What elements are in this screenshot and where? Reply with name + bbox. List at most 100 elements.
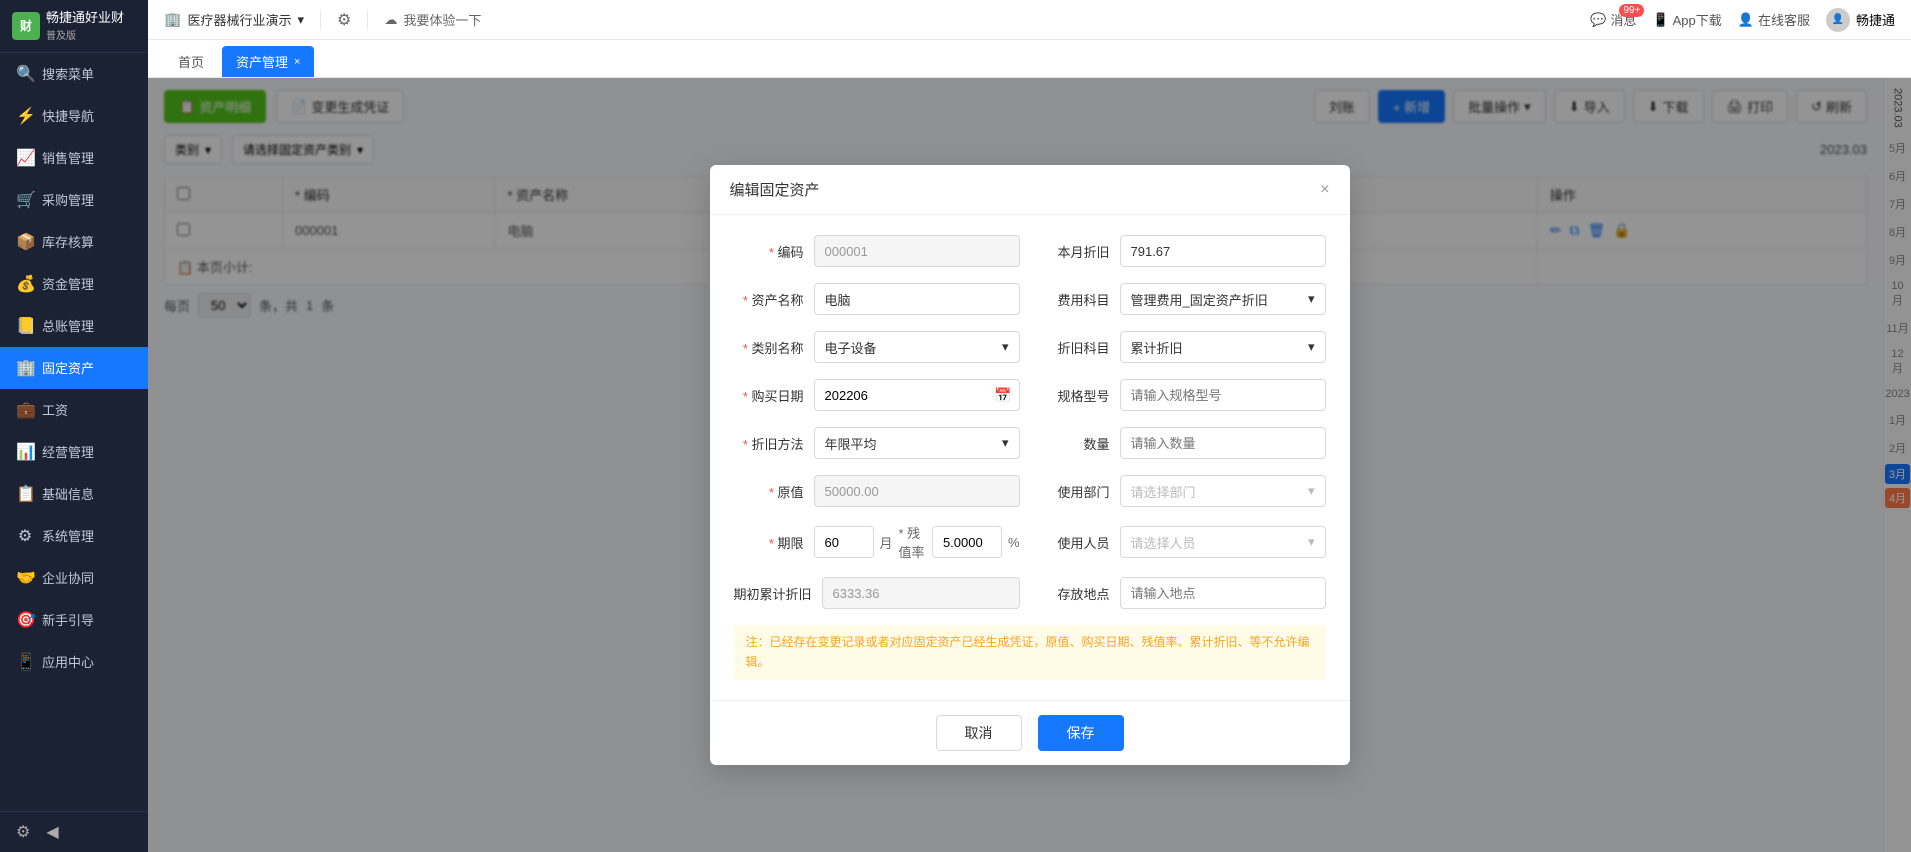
field-department: 使用部门 请选择部门 ▾ — [1040, 475, 1326, 507]
modal-row-7: 期限 月 * 残值率 % 使用人员 — [734, 523, 1326, 561]
tab-home-label: 首页 — [178, 52, 204, 71]
notification-btn[interactable]: 💬 消息 99+ — [1590, 10, 1636, 29]
sidebar-item-operation[interactable]: 📊经营管理 — [0, 431, 148, 473]
spec-input[interactable] — [1120, 379, 1326, 411]
monthly-dep-input[interactable] — [1120, 235, 1326, 267]
main-area: 🏢 医疗器械行业演示 ▾ ⚙ ☁ 我要体验一下 💬 消息 99+ 📱 App下载… — [148, 0, 1911, 852]
experience-text: 我要体验一下 — [403, 10, 481, 29]
dep-account-select[interactable]: 累计折旧 ▾ — [1120, 331, 1326, 363]
sidebar-item-cooperation[interactable]: 🤝企业协同 — [0, 557, 148, 599]
notification-icon: 💬 — [1590, 12, 1606, 28]
tabbar: 首页 资产管理 × — [148, 40, 1911, 78]
period-input[interactable] — [814, 526, 874, 558]
tab-close-icon[interactable]: × — [294, 56, 300, 68]
tab-asset-mgmt[interactable]: 资产管理 × — [222, 46, 314, 77]
company-selector[interactable]: 🏢 医疗器械行业演示 ▾ — [164, 10, 304, 29]
app-download-btn[interactable]: 📱 App下载 — [1652, 10, 1721, 29]
sidebar-item-system[interactable]: ⚙系统管理 — [0, 515, 148, 557]
search-icon: 🔍 — [16, 64, 34, 84]
dep-method-value: 年限平均 — [825, 434, 877, 453]
sidebar-item-appcenter[interactable]: 📱应用中心 — [0, 641, 148, 683]
modal-close-btn[interactable]: × — [1320, 181, 1329, 199]
cooperation-icon: 🤝 — [16, 568, 34, 588]
online-service-btn[interactable]: 👤 在线客服 — [1738, 10, 1810, 29]
field-initial-dep: 期初累计折旧 — [734, 577, 1020, 609]
field-quantity: 数量 — [1040, 427, 1326, 459]
tab-home[interactable]: 首页 — [164, 46, 218, 77]
dep-method-select[interactable]: 年限平均 ▾ — [814, 427, 1020, 459]
category-select-field[interactable]: 电子设备 ▾ — [814, 331, 1020, 363]
sidebar-item-search[interactable]: 🔍搜索菜单 — [0, 53, 148, 95]
notification-badge: 99+ — [1619, 4, 1644, 17]
newguide-icon: 🎯 — [16, 610, 34, 630]
experience-btn[interactable]: ☁ 我要体验一下 — [384, 10, 481, 29]
sidebar-item-label-fixedasset: 固定资产 — [42, 358, 94, 377]
user-menu[interactable]: 👤 畅捷通 — [1826, 8, 1895, 32]
sidebar-item-purchase[interactable]: 🛒 采购管理 — [0, 179, 148, 221]
sidebar-item-label-purchase: 采购管理 — [42, 190, 94, 209]
sidebar-bottom: ⚙ ◀ — [0, 811, 148, 852]
topbar-divider2 — [367, 10, 368, 30]
user-select[interactable]: 请选择人员 ▾ — [1120, 526, 1326, 558]
initial-dep-input[interactable] — [822, 577, 1020, 609]
purchase-date-input[interactable] — [814, 379, 1020, 411]
settings-icon[interactable]: ⚙ — [16, 822, 30, 842]
asset-name-input[interactable] — [814, 283, 1020, 315]
user-placeholder: 请选择人员 — [1131, 533, 1196, 552]
spec-label: 规格型号 — [1040, 386, 1110, 405]
expense-account-label: 费用科目 — [1040, 290, 1110, 309]
sidebar-item-sales[interactable]: 📈销售管理 — [0, 137, 148, 179]
period-group: 月 * 残值率 % — [814, 523, 1020, 561]
location-input[interactable] — [1120, 577, 1326, 609]
original-value-input[interactable] — [814, 475, 1020, 507]
sidebar-item-label-newguide: 新手引导 — [42, 610, 94, 629]
topbar-gear-icon[interactable]: ⚙ — [337, 10, 351, 30]
experience-icon: ☁ — [384, 12, 397, 28]
period-label: 期限 — [734, 533, 804, 552]
sidebar-item-basicinfo[interactable]: 📋基础信息 — [0, 473, 148, 515]
dep-account-value: 累计折旧 — [1131, 338, 1183, 357]
collapse-icon[interactable]: ◀ — [46, 822, 58, 842]
logo-sub: 普及版 — [46, 27, 124, 42]
sidebar-item-salary[interactable]: 💼工资 — [0, 389, 148, 431]
category-label: 类别名称 — [734, 338, 804, 357]
sidebar-item-inventory[interactable]: 📦库存核算 — [0, 221, 148, 263]
user-avatar: 👤 — [1826, 8, 1850, 32]
sidebar-item-ledger[interactable]: 📒总账管理 — [0, 305, 148, 347]
sidebar-logo: 财 畅捷通好业财 普及版 — [0, 0, 148, 53]
quicknav-icon: ⚡ — [16, 106, 34, 126]
sidebar-item-quicknav[interactable]: ⚡ 快捷导航 — [0, 95, 148, 137]
expense-account-select[interactable]: 管理费用_固定资产折旧 ▾ — [1120, 283, 1326, 315]
asset-name-label: 资产名称 — [734, 290, 804, 309]
cancel-btn[interactable]: 取消 — [936, 715, 1022, 751]
sidebar-item-capital[interactable]: 💰资金管理 — [0, 263, 148, 305]
system-icon: ⚙ — [16, 526, 34, 546]
user-label: 使用人员 — [1040, 533, 1110, 552]
fixedasset-icon: 🏢 — [16, 358, 34, 378]
dep-method-chevron-icon: ▾ — [1002, 435, 1009, 451]
code-input[interactable] — [814, 235, 1020, 267]
category-value: 电子设备 — [825, 338, 877, 357]
field-expense-account: 费用科目 管理费用_固定资产折旧 ▾ — [1040, 283, 1326, 315]
field-user: 使用人员 请选择人员 ▾ — [1040, 523, 1326, 561]
purchase-icon: 🛒 — [16, 190, 34, 210]
modal-overlay: 编辑固定资产 × 编码 本月折旧 — [148, 78, 1911, 852]
residual-rate-input[interactable] — [932, 526, 1002, 558]
appcenter-icon: 📱 — [16, 652, 34, 672]
company-chevron-icon: ▾ — [297, 12, 304, 28]
online-service-icon: 👤 — [1738, 12, 1754, 28]
quantity-input[interactable] — [1120, 427, 1326, 459]
department-select[interactable]: 请选择部门 ▾ — [1120, 475, 1326, 507]
sidebar: 财 畅捷通好业财 普及版 🔍搜索菜单 ⚡ 快捷导航 📈销售管理 🛒 采购管理 📦库存核算💰资… — [0, 0, 148, 852]
sidebar-item-newguide[interactable]: 🎯 新手引导 — [0, 599, 148, 641]
residual-rate-label: * 残值率 — [899, 523, 926, 561]
sidebar-item-fixedasset[interactable]: 🏢 固定资产 — [0, 347, 148, 389]
user-chevron-icon: ▾ — [1308, 534, 1315, 550]
save-btn[interactable]: 保存 — [1038, 715, 1124, 751]
sidebar-item-label-quicknav: 快捷导航 — [42, 106, 94, 125]
calendar-icon: 📅 — [994, 387, 1011, 404]
field-spec: 规格型号 — [1040, 379, 1326, 411]
online-service-label: 在线客服 — [1758, 10, 1810, 29]
operation-icon: 📊 — [16, 442, 34, 462]
residual-rate-unit: % — [1008, 535, 1020, 550]
